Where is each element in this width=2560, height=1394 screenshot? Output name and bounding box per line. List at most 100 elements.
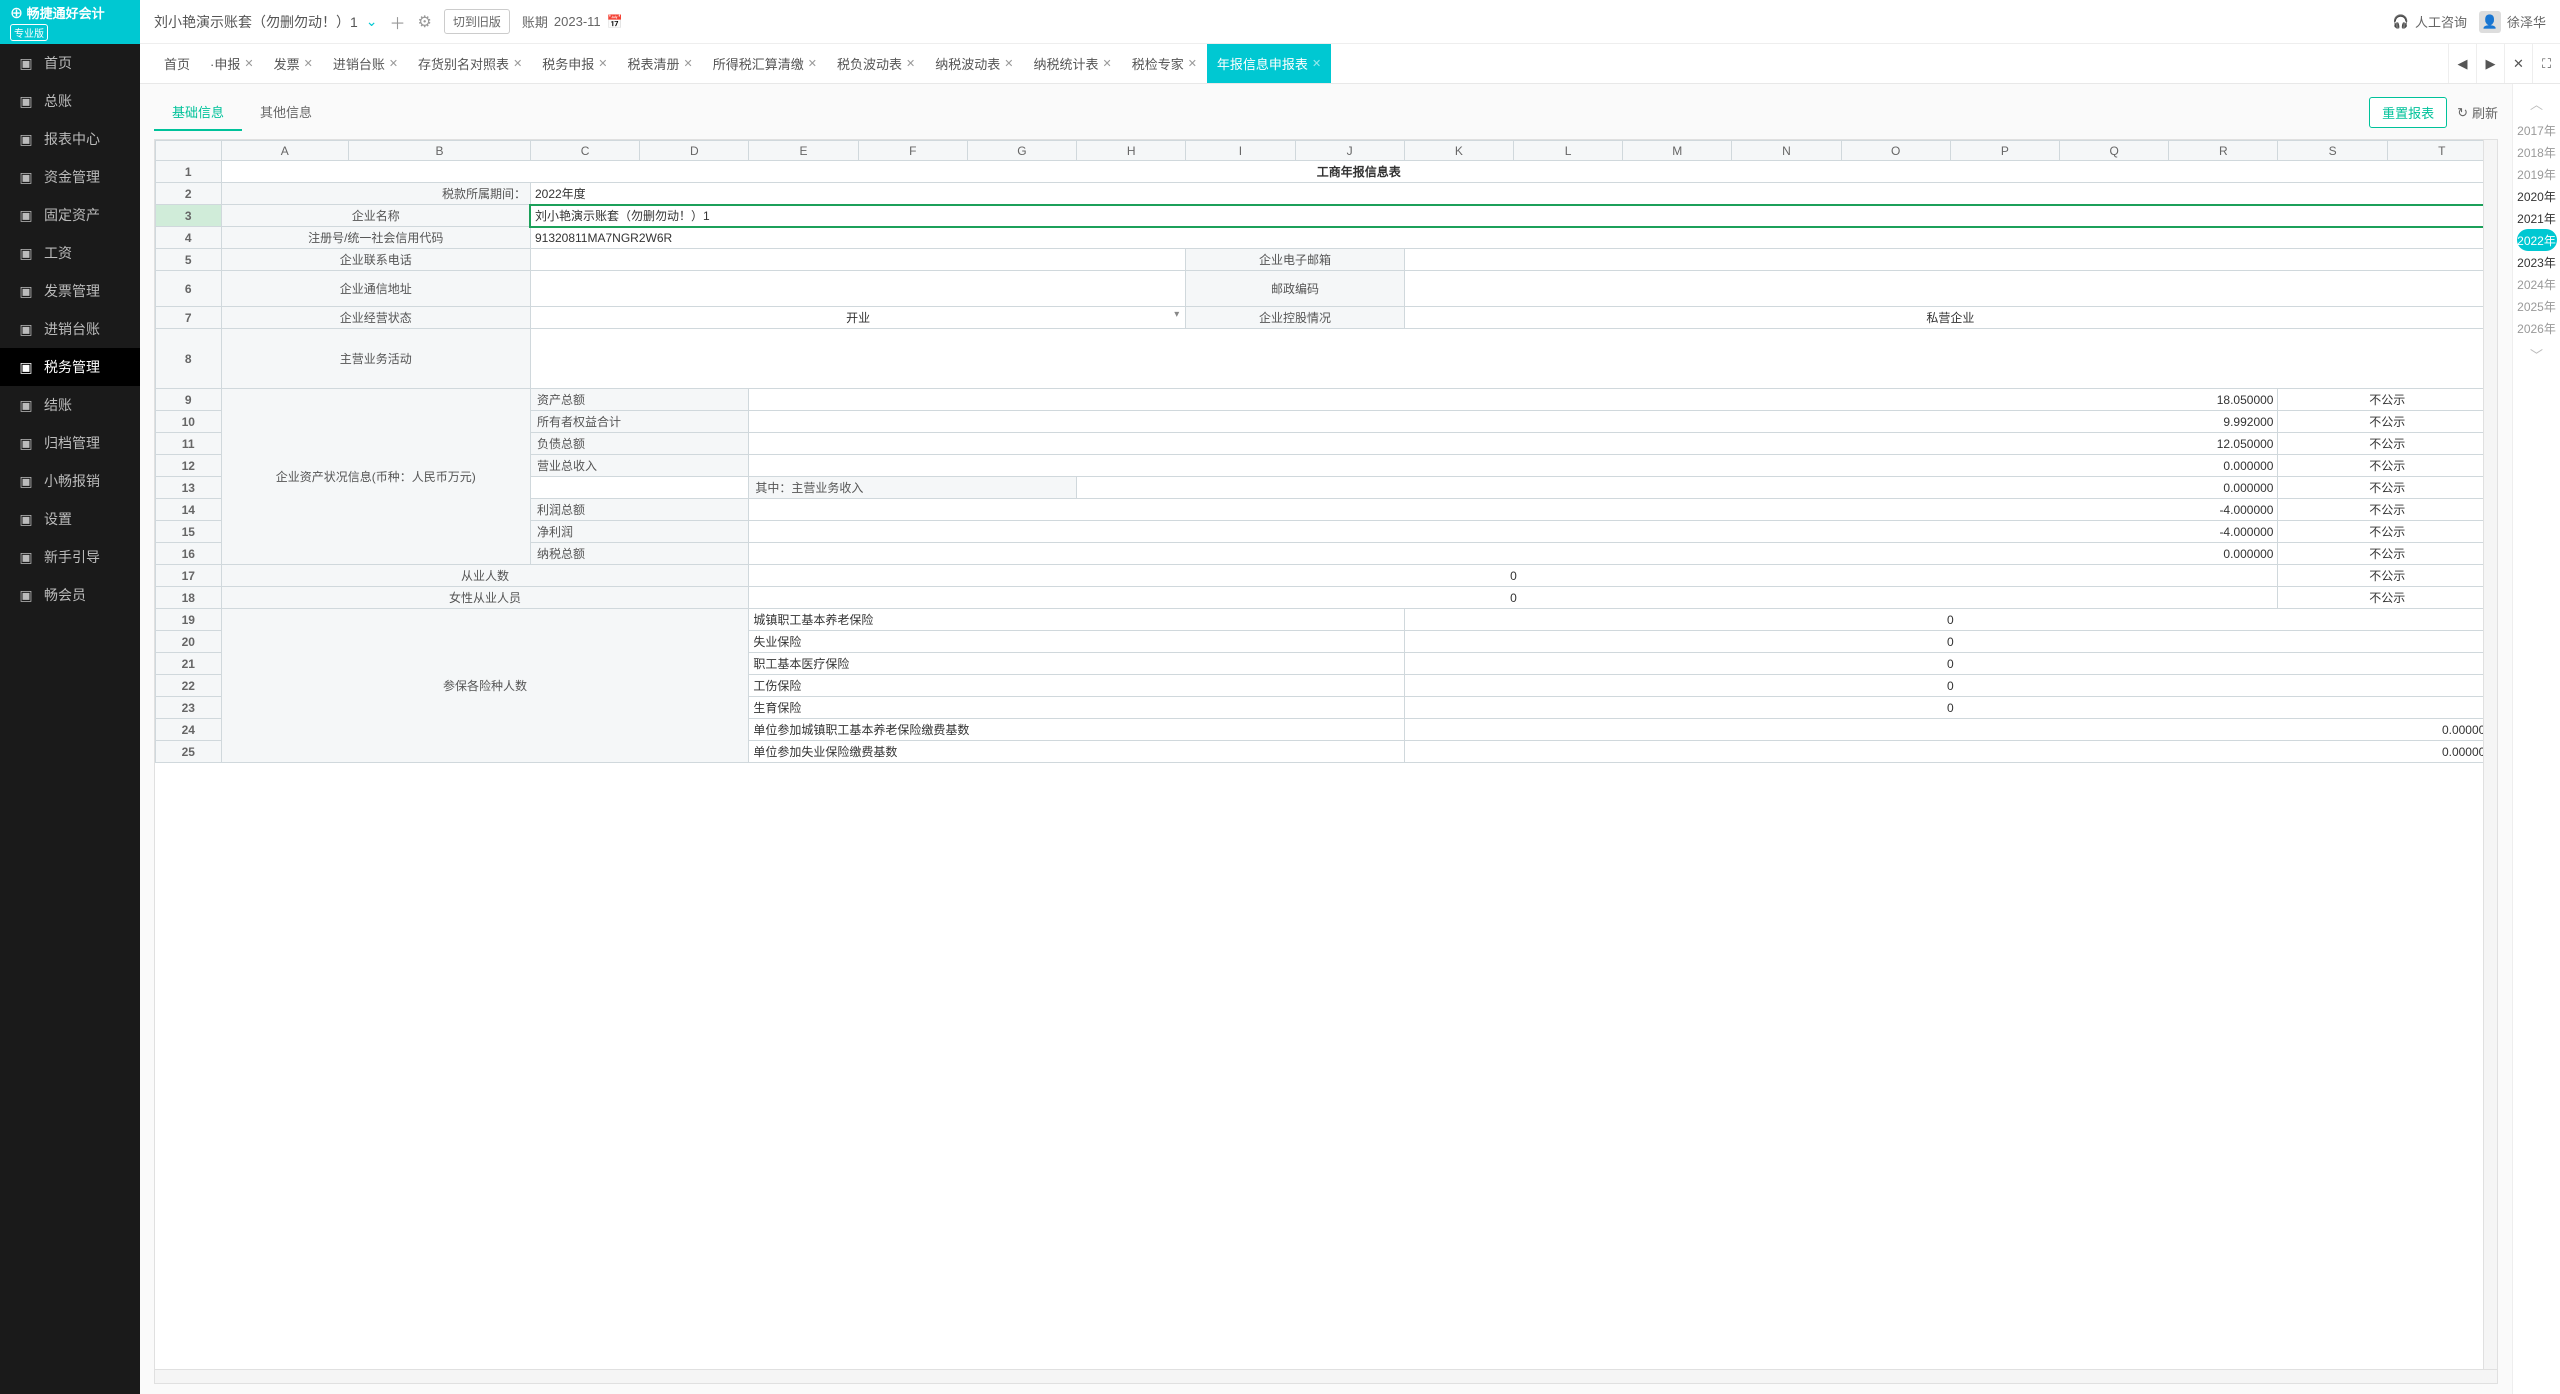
cell-value[interactable] — [530, 249, 1185, 271]
row-header[interactable]: 21 — [156, 653, 222, 675]
row-header[interactable]: 7 — [156, 307, 222, 329]
row-header[interactable]: 4 — [156, 227, 222, 249]
row-header[interactable]: 16 — [156, 543, 222, 565]
close-icon[interactable]: ✕ — [906, 57, 915, 70]
sidebar-item-xiaochang[interactable]: ▣小畅报销 — [0, 462, 140, 500]
sidebar-item-close-period[interactable]: ▣结账 — [0, 386, 140, 424]
cell-value[interactable]: 0 — [1404, 609, 2496, 631]
col-header[interactable]: K — [1404, 141, 1513, 161]
sidebar-item-member[interactable]: ▣畅会员 — [0, 576, 140, 614]
cell-value[interactable]: 18.050000 — [749, 389, 2278, 411]
row-header[interactable]: 25 — [156, 741, 222, 763]
year-option[interactable]: 2017年 — [2517, 119, 2557, 141]
refresh-button[interactable]: ↻ 刷新 — [2457, 97, 2498, 128]
row-header[interactable]: 19 — [156, 609, 222, 631]
cell-value[interactable]: 刘小艳演示账套（勿删勿动！）1 — [530, 205, 2496, 227]
col-header[interactable]: E — [749, 141, 858, 161]
cell-value[interactable] — [530, 329, 2496, 389]
row-header[interactable]: 2 — [156, 183, 222, 205]
sidebar-item-report[interactable]: ▣报表中心 — [0, 120, 140, 158]
publish-dropdown[interactable]: 不公示 — [2278, 411, 2497, 433]
cell-value[interactable]: 0 — [749, 587, 2278, 609]
row-header[interactable]: 24 — [156, 719, 222, 741]
switch-old-button[interactable]: 切到旧版 — [444, 9, 510, 34]
year-option[interactable]: 2022年 — [2517, 229, 2557, 251]
support-link[interactable]: 🎧 人工咨询 — [2393, 12, 2467, 31]
tab-1[interactable]: ·申报✕ — [200, 44, 264, 83]
tab-3[interactable]: 进销台账✕ — [323, 44, 408, 83]
row-header[interactable]: 14 — [156, 499, 222, 521]
cell-value[interactable]: -4.000000 — [749, 499, 2278, 521]
tabs-prev-button[interactable]: ◀ — [2448, 44, 2476, 84]
publish-dropdown[interactable]: 不公示 — [2278, 499, 2497, 521]
sidebar-item-tax[interactable]: ▣税务管理 — [0, 348, 140, 386]
holding-dropdown[interactable]: 私营企业 — [1404, 307, 2496, 329]
close-icon[interactable]: ✕ — [808, 57, 817, 70]
col-header[interactable]: J — [1295, 141, 1404, 161]
cell-value[interactable]: 0 — [1404, 653, 2496, 675]
year-option[interactable]: 2023年 — [2517, 251, 2557, 273]
cell-value[interactable]: 0 — [1404, 675, 2496, 697]
col-header[interactable]: A — [221, 141, 348, 161]
sidebar-item-asset[interactable]: ▣固定资产 — [0, 196, 140, 234]
close-icon[interactable]: ✕ — [1188, 57, 1197, 70]
close-icon[interactable]: ✕ — [244, 57, 253, 70]
col-header[interactable]: Q — [2060, 141, 2169, 161]
close-icon[interactable]: ✕ — [1312, 57, 1321, 70]
account-selector[interactable]: 刘小艳演示账套（勿删勿动！）1 ⌄ — [154, 12, 378, 32]
publish-dropdown[interactable]: 不公示 — [2278, 389, 2497, 411]
sidebar-item-archive[interactable]: ▣归档管理 — [0, 424, 140, 462]
tab-4[interactable]: 存货别名对照表✕ — [408, 44, 532, 83]
tabs-close-button[interactable]: ✕ — [2504, 44, 2532, 84]
status-dropdown[interactable]: 开业 — [530, 307, 1185, 329]
col-header[interactable]: P — [1950, 141, 2059, 161]
cell-value[interactable]: 9.992000 — [749, 411, 2278, 433]
year-down-button[interactable]: ﹀ — [2526, 341, 2547, 368]
year-option[interactable]: 2025年 — [2517, 295, 2557, 317]
col-header[interactable]: L — [1513, 141, 1622, 161]
row-header[interactable]: 3 — [156, 205, 222, 227]
sidebar-item-invoice[interactable]: ▣发票管理 — [0, 272, 140, 310]
year-up-button[interactable]: ︿ — [2526, 90, 2547, 117]
close-icon[interactable]: ✕ — [304, 57, 313, 70]
publish-dropdown[interactable]: 不公示 — [2278, 455, 2497, 477]
publish-dropdown[interactable]: 不公示 — [2278, 433, 2497, 455]
cell-value[interactable]: -4.000000 — [749, 521, 2278, 543]
col-header[interactable]: H — [1077, 141, 1186, 161]
year-option[interactable]: 2019年 — [2517, 163, 2557, 185]
cell-value[interactable]: 2022年度 — [530, 183, 2496, 205]
col-header[interactable]: R — [2169, 141, 2278, 161]
tab-9[interactable]: 纳税波动表✕ — [925, 44, 1023, 83]
cell-value[interactable] — [1404, 271, 2496, 307]
period-picker[interactable]: 账期 2023-11 📅 — [522, 12, 623, 31]
row-header[interactable]: 23 — [156, 697, 222, 719]
row-header[interactable]: 18 — [156, 587, 222, 609]
tab-6[interactable]: 税表清册✕ — [618, 44, 703, 83]
col-header[interactable]: B — [348, 141, 530, 161]
sidebar-item-home[interactable]: ▣首页 — [0, 44, 140, 82]
row-header[interactable]: 13 — [156, 477, 222, 499]
tab-10[interactable]: 纳税统计表✕ — [1023, 44, 1121, 83]
tabs-fullscreen-button[interactable]: ⛶ — [2532, 44, 2560, 84]
tab-11[interactable]: 税检专家✕ — [1122, 44, 1207, 83]
sidebar-item-salary[interactable]: ▣工资 — [0, 234, 140, 272]
close-icon[interactable]: ✕ — [1102, 57, 1111, 70]
close-icon[interactable]: ✕ — [1004, 57, 1013, 70]
close-icon[interactable]: ✕ — [684, 57, 693, 70]
tab-12[interactable]: 年报信息申报表✕ — [1207, 44, 1331, 83]
row-header[interactable]: 11 — [156, 433, 222, 455]
cell-value[interactable]: 0.000000 — [1404, 741, 2496, 763]
reset-report-button[interactable]: 重置报表 — [2369, 97, 2447, 128]
sidebar-item-guide[interactable]: ▣新手引导 — [0, 538, 140, 576]
cell-value[interactable]: 0.000000 — [749, 455, 2278, 477]
cell-value[interactable]: 0.000000 — [749, 543, 2278, 565]
col-header[interactable]: O — [1841, 141, 1950, 161]
vertical-scrollbar[interactable] — [2483, 140, 2497, 1369]
publish-dropdown[interactable]: 不公示 — [2278, 587, 2497, 609]
col-header[interactable]: M — [1623, 141, 1732, 161]
publish-dropdown[interactable]: 不公示 — [2278, 565, 2497, 587]
cell-value[interactable]: 0.000000 — [1404, 719, 2496, 741]
year-option[interactable]: 2021年 — [2517, 207, 2557, 229]
close-icon[interactable]: ✕ — [513, 57, 522, 70]
year-option[interactable]: 2020年 — [2517, 185, 2557, 207]
